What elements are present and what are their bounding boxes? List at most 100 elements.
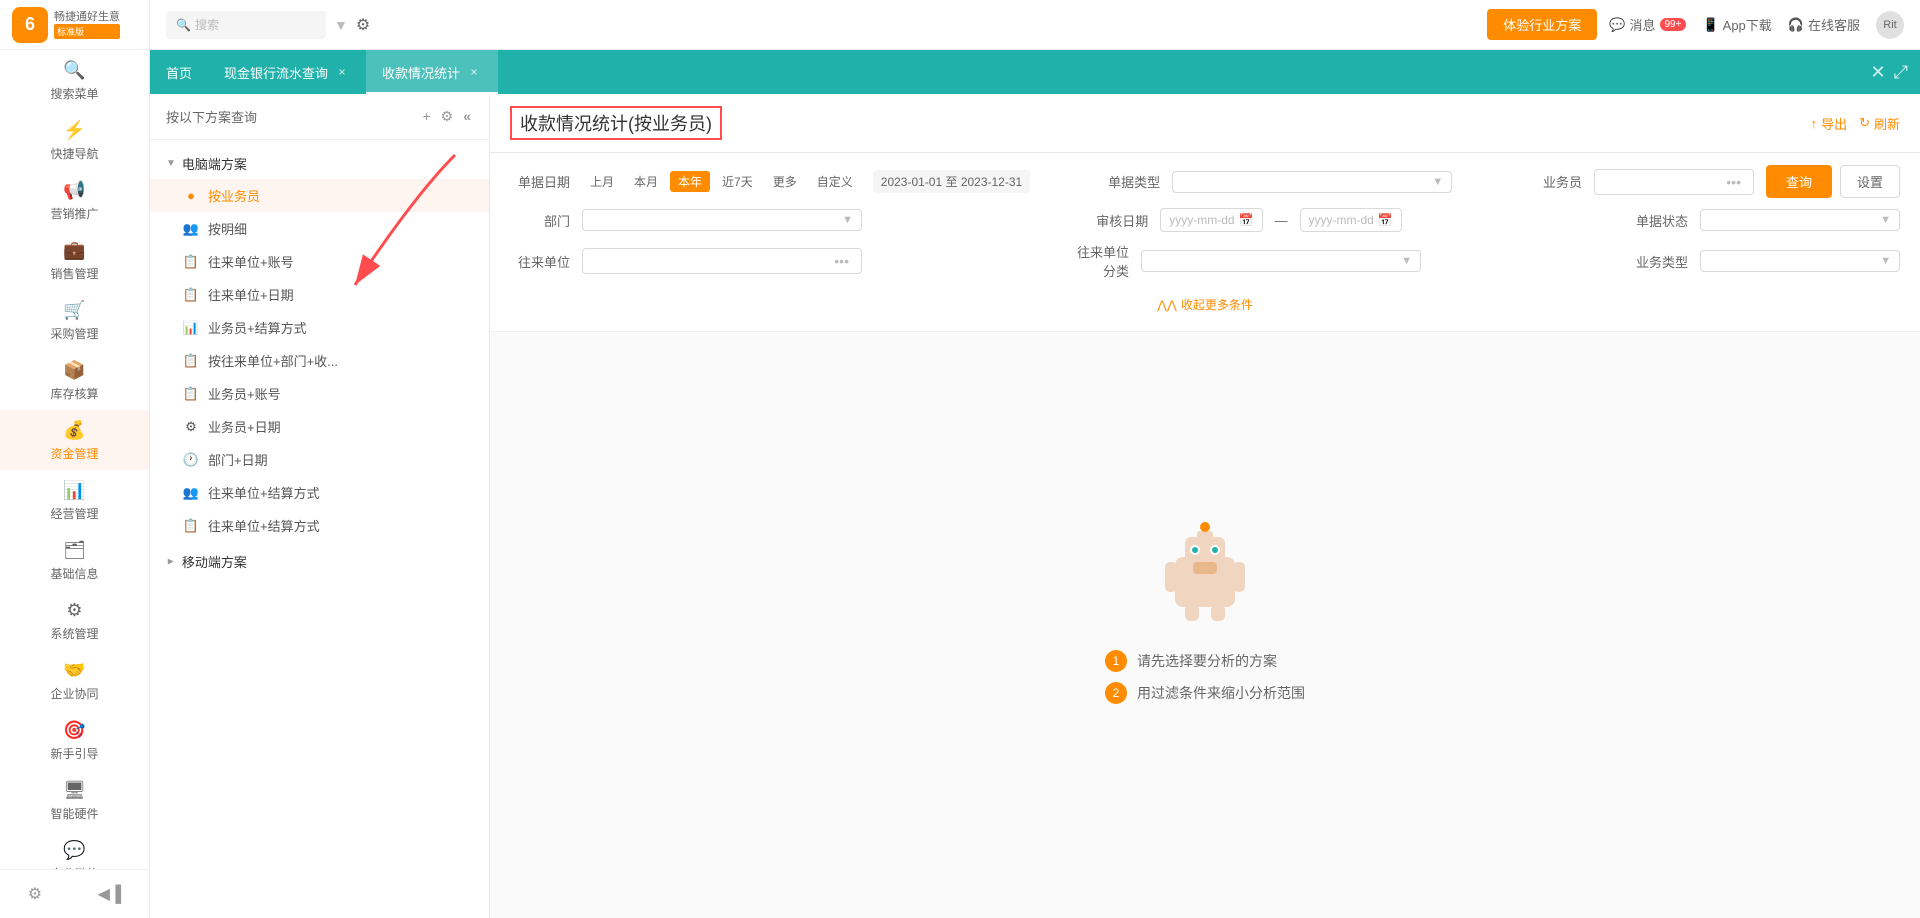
purchase-icon: 🛒	[63, 300, 85, 321]
export-label: 导出	[1821, 114, 1847, 133]
tab-collection-stats[interactable]: 收款情况统计 ×	[366, 50, 498, 94]
sidebar-item-label: 采购管理	[50, 325, 98, 342]
scheme-item-salesperson-settle[interactable]: 📊 业务员+结算方式	[150, 311, 489, 344]
guide-icon: 🎯	[63, 720, 85, 741]
empty-steps: 1 请先选择要分析的方案 2 用过滤条件来缩小分析范围	[1105, 650, 1305, 704]
appdownload-icon: 📱	[1702, 17, 1718, 33]
refresh-label: 刷新	[1874, 114, 1900, 133]
user-text: Rit	[1883, 19, 1896, 31]
step-2-text: 用过滤条件来缩小分析范围	[1137, 683, 1305, 703]
topbar-message-label: 消息	[1629, 15, 1655, 34]
date-btn-this-year[interactable]: 本年	[670, 171, 710, 192]
scheme-item-salesperson-acct[interactable]: 📋 业务员+账号	[150, 377, 489, 410]
empty-step-1: 1 请先选择要分析的方案	[1105, 650, 1305, 672]
scheme-item-by-detail[interactable]: 👥 按明细	[150, 212, 489, 245]
scheme-item-partner-dept-collect[interactable]: 📋 按往来单位+部门+收...	[150, 344, 489, 377]
sidebar-item-label: 系统管理	[50, 625, 98, 642]
review-date-to[interactable]: yyyy-mm-dd 📅	[1300, 208, 1402, 232]
partner-select[interactable]: •••	[582, 248, 862, 274]
topbar-avatar[interactable]: Rit	[1876, 11, 1904, 39]
step-1-text: 请先选择要分析的方案	[1137, 651, 1277, 671]
sidebar-item-guide[interactable]: 🎯 新手引导	[0, 710, 149, 770]
topbar-search-box[interactable]: 🔍 搜索	[166, 11, 326, 39]
sidebar-item-quick-nav[interactable]: ⚡ 快捷导航	[0, 110, 149, 170]
left-panel-add-btn[interactable]: +	[420, 106, 432, 127]
scheme-item-dept-date[interactable]: 🕐 部门+日期	[150, 443, 489, 476]
scheme-item-partner-account[interactable]: 📋 往来单位+账号	[150, 245, 489, 278]
date-btn-7days[interactable]: 近7天	[714, 171, 761, 192]
sidebar-item-basic[interactable]: 🗂 基础信息	[0, 530, 149, 590]
scheme-item-label: 往来单位+结算方式	[208, 483, 320, 502]
logo-badge: 标准版	[54, 24, 120, 39]
search-icon: 🔍	[176, 18, 191, 32]
capital-icon: 💰	[63, 420, 85, 441]
tabbar-close-btn[interactable]: ✕	[1871, 62, 1886, 83]
sidebar-settings-btn[interactable]: ⚙	[24, 880, 46, 908]
query-btn[interactable]: 查询	[1766, 165, 1832, 198]
sidebar-item-wechat[interactable]: 💬 企业微信	[0, 830, 149, 869]
tab-collection-stats-close[interactable]: ×	[466, 64, 482, 80]
scheme-item-partner-date[interactable]: 📋 往来单位+日期	[150, 278, 489, 311]
sidebar-item-marketing[interactable]: 📢 营销推广	[0, 170, 149, 230]
tabbar-right: ✕ ⤢	[1859, 50, 1920, 94]
review-date-from[interactable]: yyyy-mm-dd 📅	[1160, 208, 1262, 232]
sidebar-item-purchase[interactable]: 🛒 采购管理	[0, 290, 149, 350]
scheme-item-salesperson-date[interactable]: ⚙ 业务员+日期	[150, 410, 489, 443]
scheme-group-desktop-header[interactable]: ▼ 电脑端方案	[150, 148, 489, 179]
biz-type-label: 业务类型	[1628, 252, 1688, 271]
topbar: 🔍 搜索 ▼ ⚙ 体验行业方案 💬 消息 99+ 📱 App下载 🎧	[150, 0, 1920, 50]
left-panel-collapse-btn[interactable]: «	[461, 106, 473, 127]
salesperson-dots[interactable]: •••	[1722, 174, 1745, 190]
sidebar-item-operation[interactable]: 📊 经营管理	[0, 470, 149, 530]
topbar-message-btn[interactable]: 💬 消息 99+	[1609, 15, 1686, 34]
sidebar-item-label: 营销推广	[50, 205, 98, 222]
sidebar-item-enterprise[interactable]: 🤝 企业协同	[0, 650, 149, 710]
salesperson-select[interactable]: •••	[1594, 169, 1754, 195]
sidebar-item-label: 快捷导航	[50, 145, 98, 162]
dept-date-icon: 🕐	[182, 451, 200, 469]
dept-select[interactable]: ▼	[582, 209, 862, 231]
date-btn-custom[interactable]: 自定义	[809, 171, 861, 192]
date-btn-more[interactable]: 更多	[765, 171, 805, 192]
scheme-item-partner-settle1[interactable]: 👥 往来单位+结算方式	[150, 476, 489, 509]
tab-home[interactable]: 首页	[150, 50, 208, 94]
sidebar-item-hardware[interactable]: 🖥 智能硬件	[0, 770, 149, 830]
sidebar-item-system[interactable]: ⚙ 系统管理	[0, 590, 149, 650]
scheme-group-mobile-label: 移动端方案	[182, 552, 247, 571]
doc-status-select[interactable]: ▼	[1700, 209, 1900, 231]
refresh-btn[interactable]: ↻ 刷新	[1859, 114, 1900, 133]
trial-btn[interactable]: 体验行业方案	[1487, 9, 1597, 40]
review-date-label: 审核日期	[1088, 211, 1148, 230]
empty-step-2: 2 用过滤条件来缩小分析范围	[1105, 682, 1305, 704]
topbar-service-btn[interactable]: 🎧 在线客服	[1788, 15, 1860, 34]
sidebar-item-search-menu[interactable]: 🔍 搜索菜单	[0, 50, 149, 110]
tab-bank-flow[interactable]: 现金银行流水查询 ×	[208, 50, 366, 94]
scheme-item-label: 往来单位+结算方式	[208, 516, 320, 535]
logo-text: 畅捷通好生意	[54, 10, 120, 24]
tabbar-maximize-btn[interactable]: ⤢	[1894, 62, 1908, 83]
sidebar-item-capital[interactable]: 💰 资金管理	[0, 410, 149, 470]
topbar-appdownload-btn[interactable]: 📱 App下载	[1702, 15, 1771, 34]
scheme-item-partner-settle2[interactable]: 📋 往来单位+结算方式	[150, 509, 489, 542]
sidebar-item-label: 库存核算	[50, 385, 98, 402]
left-panel-setting-btn[interactable]: ⚙	[439, 106, 456, 127]
sidebar-logo: 6 畅捷通好生意 标准版	[0, 0, 149, 50]
setting-btn[interactable]: 设置	[1840, 165, 1900, 198]
export-btn[interactable]: ↑ 导出	[1811, 114, 1848, 133]
sidebar-item-inventory[interactable]: 📦 库存核算	[0, 350, 149, 410]
biz-type-select[interactable]: ▼	[1700, 250, 1900, 272]
partner-type-select[interactable]: ▼	[1141, 250, 1421, 272]
tab-bank-flow-close[interactable]: ×	[334, 64, 350, 80]
scheme-item-by-salesperson[interactable]: ● 按业务员	[150, 179, 489, 212]
date-btn-last-month[interactable]: 上月	[582, 171, 622, 192]
scheme-group-mobile-header[interactable]: ▼ 移动端方案	[150, 546, 489, 577]
partner-dept-icon: 📋	[182, 352, 200, 370]
topbar-dropdown-icon[interactable]: ▼	[334, 17, 348, 33]
filter-collapse-bar[interactable]: ⋀⋀ 收起更多条件	[510, 290, 1900, 319]
partner-dots[interactable]: •••	[830, 253, 853, 269]
sidebar-item-sales[interactable]: 💼 销售管理	[0, 230, 149, 290]
doc-type-select[interactable]: ▼	[1172, 171, 1452, 193]
date-btn-this-month[interactable]: 本月	[626, 171, 666, 192]
topbar-gear-btn[interactable]: ⚙	[356, 15, 370, 35]
sidebar-collapse-btn[interactable]: ◀▐	[94, 880, 126, 908]
